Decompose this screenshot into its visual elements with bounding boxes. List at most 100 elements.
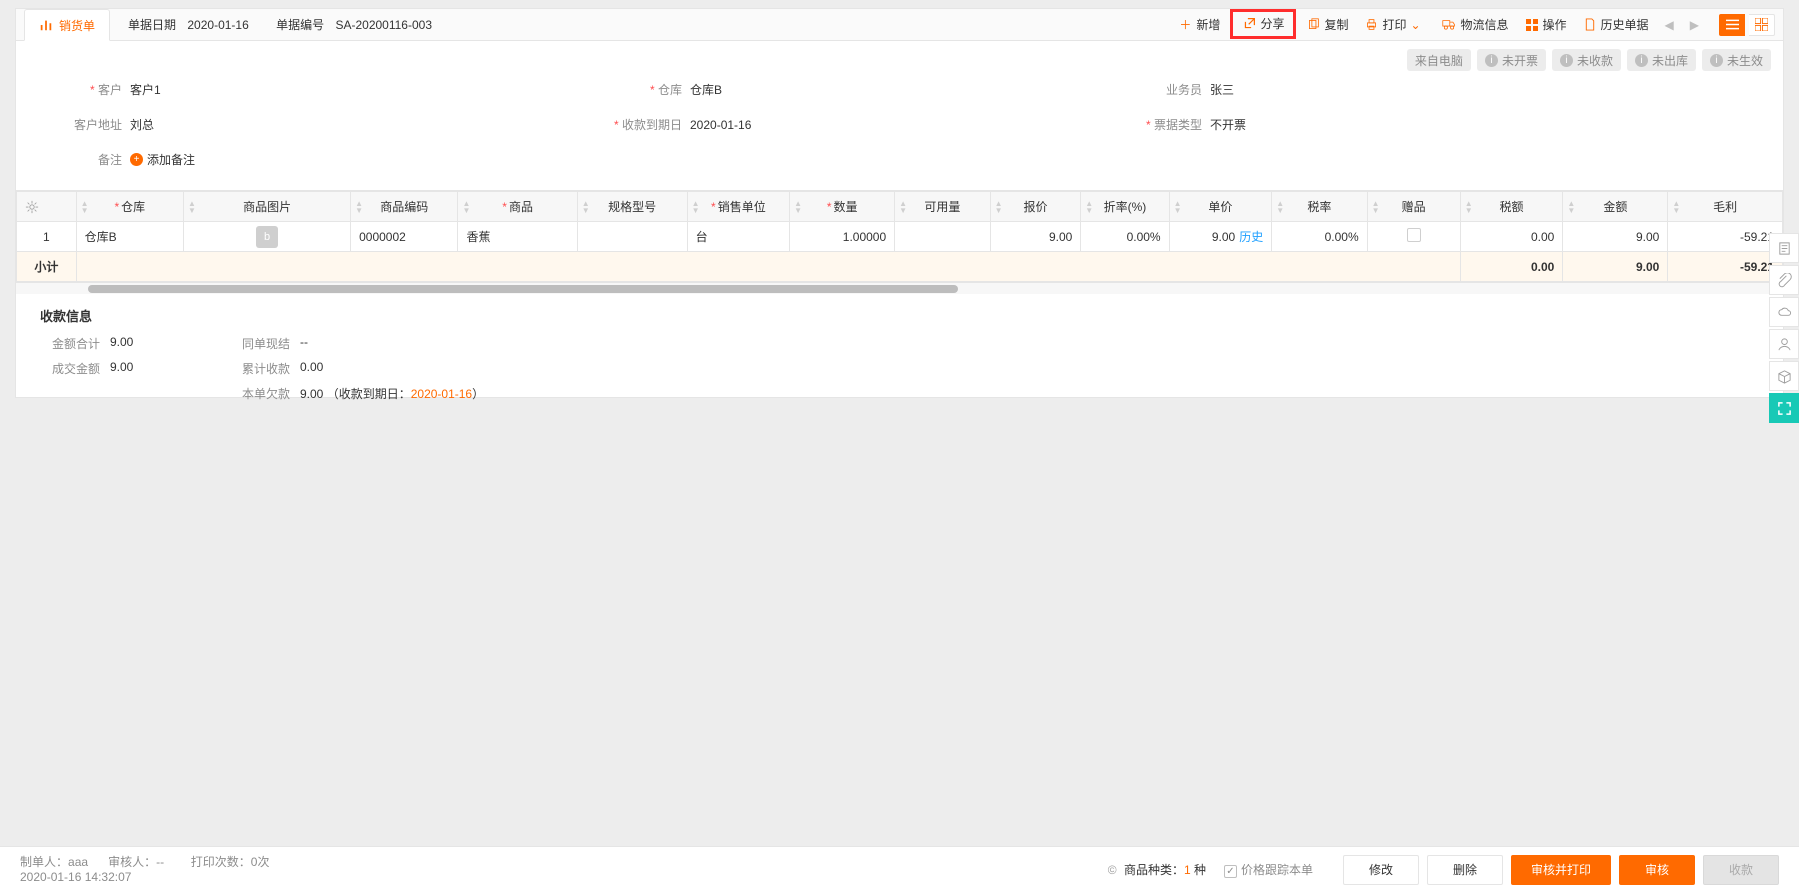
col-amount[interactable]: 金额 (1563, 192, 1668, 222)
cell-qty[interactable]: 1.00000 (790, 222, 895, 252)
rail-box-icon[interactable] (1769, 361, 1799, 391)
info-icon: i (1710, 54, 1723, 67)
print-button[interactable]: 打印⌄ (1358, 13, 1432, 37)
copy-button[interactable]: 复制 (1300, 13, 1354, 37)
owe-label: 本单欠款 (230, 385, 290, 402)
info-icon: i (1485, 54, 1498, 67)
scrollbar-thumb[interactable] (88, 285, 958, 293)
cell-code[interactable]: 0000002 (351, 222, 458, 252)
gift-checkbox[interactable] (1407, 228, 1421, 242)
warehouse-value[interactable]: 仓库B (690, 81, 722, 98)
plus-icon: ＋ (1178, 18, 1192, 32)
gear-icon (25, 200, 39, 214)
customer-label: 客户 (40, 81, 122, 98)
remark-label: 备注 (40, 151, 122, 168)
prev-doc[interactable]: ◀ (1659, 18, 1680, 32)
doc-date-label: 单据日期 (128, 18, 176, 32)
col-gift[interactable]: 赠品 (1367, 192, 1460, 222)
cell-tax-rate[interactable]: 0.00% (1272, 222, 1367, 252)
new-button[interactable]: ＋ 新增 (1172, 13, 1226, 37)
rail-note-icon[interactable] (1769, 233, 1799, 263)
view-list-button[interactable] (1719, 14, 1745, 36)
share-button[interactable]: 分享 (1236, 12, 1290, 36)
tab-sales-order[interactable]: 销货单 (24, 9, 110, 41)
col-code[interactable]: 商品编码 (351, 192, 458, 222)
horizontal-scrollbar[interactable] (16, 282, 1783, 294)
logistics-button[interactable]: 物流信息 (1436, 13, 1514, 37)
price-follow[interactable]: ✓价格跟踪本单 (1224, 861, 1313, 878)
rail-user-icon[interactable] (1769, 329, 1799, 359)
cell-discount[interactable]: 0.00% (1081, 222, 1169, 252)
col-settings[interactable] (17, 192, 77, 222)
delete-button[interactable]: 删除 (1427, 855, 1503, 885)
cum-label: 累计收款 (230, 360, 290, 377)
auditor-value: -- (156, 855, 164, 869)
ops-label: 操作 (1543, 16, 1567, 33)
cust-addr-value[interactable]: 刘总 (130, 116, 154, 133)
payment-section: 收款信息 金额合计9.00 同单现结-- 成交金额9.00 累计收款0.00 本… (16, 294, 1783, 422)
bar-chart-icon (39, 18, 53, 32)
cell-image[interactable]: b (184, 222, 351, 252)
cell-spec[interactable] (577, 222, 687, 252)
col-discount[interactable]: 折率(%) (1081, 192, 1169, 222)
cell-quote[interactable]: 9.00 (990, 222, 1081, 252)
history-button[interactable]: 历史单据 (1577, 13, 1655, 37)
col-image[interactable]: 商品图片 (184, 192, 351, 222)
footer-bar: 制单人：aaa 审核人：-- 打印次数：0次 2020-01-16 14:32:… (0, 846, 1799, 892)
logistics-label: 物流信息 (1460, 16, 1508, 33)
price-history-link[interactable]: 历史 (1239, 230, 1263, 244)
col-spec[interactable]: 规格型号 (577, 192, 687, 222)
checkbox-icon[interactable]: ✓ (1224, 865, 1237, 878)
add-remark-button[interactable]: +添加备注 (130, 151, 195, 168)
col-unit[interactable]: *销售单位 (687, 192, 790, 222)
edit-button[interactable]: 修改 (1343, 855, 1419, 885)
cell-avail (895, 222, 990, 252)
customer-value[interactable]: 客户1 (130, 81, 161, 98)
audit-button[interactable]: 审核 (1619, 855, 1695, 885)
badge-source: 来自电脑 (1407, 49, 1471, 71)
view-card-button[interactable] (1749, 14, 1775, 36)
cell-warehouse[interactable]: 仓库B (76, 222, 183, 252)
col-profit[interactable]: 毛利 (1668, 192, 1783, 222)
col-quote[interactable]: 报价 (990, 192, 1081, 222)
col-tax-amt[interactable]: 税额 (1460, 192, 1563, 222)
salesman-value[interactable]: 张三 (1210, 81, 1234, 98)
printer-icon (1364, 18, 1378, 32)
badge-not-effective: i未生效 (1702, 49, 1771, 71)
cell-price[interactable]: 9.00历史 (1169, 222, 1272, 252)
total-value: 9.00 (110, 335, 133, 352)
print-label: 打印 (1382, 16, 1406, 33)
table-row[interactable]: 1 仓库B b 0000002 香蕉 台 1.00000 9.00 0.00% … (17, 222, 1783, 252)
badge-no-out: i未出库 (1627, 49, 1696, 71)
info-icon: i (1560, 54, 1573, 67)
rail-cloud-icon[interactable] (1769, 297, 1799, 327)
total-label: 金额合计 (40, 335, 100, 352)
rail-attach-icon[interactable] (1769, 265, 1799, 295)
share-icon (1242, 17, 1256, 31)
ops-button[interactable]: 操作 (1519, 13, 1573, 37)
next-doc[interactable]: ▶ (1684, 18, 1705, 32)
col-price[interactable]: 单价 (1169, 192, 1272, 222)
rail-expand-icon[interactable] (1769, 393, 1799, 423)
image-placeholder-icon: b (256, 226, 278, 248)
col-tax-rate[interactable]: 税率 (1272, 192, 1367, 222)
collect-button: 收款 (1703, 855, 1779, 885)
cell-unit[interactable]: 台 (687, 222, 790, 252)
col-product[interactable]: *商品 (458, 192, 577, 222)
col-avail[interactable]: 可用量 (895, 192, 990, 222)
invoice-type-value[interactable]: 不开票 (1210, 116, 1246, 133)
col-warehouse[interactable]: *仓库 (76, 192, 183, 222)
settle-value: -- (300, 335, 308, 352)
tab-title: 销货单 (59, 17, 95, 34)
cell-gift[interactable] (1367, 222, 1460, 252)
due-value[interactable]: 2020-01-16 (690, 118, 751, 132)
settle-label: 同单现结 (230, 335, 290, 352)
audit-print-button[interactable]: 审核并打印 (1511, 855, 1611, 885)
new-label: 新增 (1196, 16, 1220, 33)
warehouse-label: 仓库 (600, 81, 682, 98)
cell-product[interactable]: 香蕉 (458, 222, 577, 252)
toolbar: ＋ 新增 分享 复制 打印⌄ 物流信息 操作 历史单据 ◀ ▶ (1172, 10, 1775, 40)
cell-tax-amt: 0.00 (1460, 222, 1563, 252)
badge-no-receipt: i未收款 (1552, 49, 1621, 71)
col-qty[interactable]: *数量 (790, 192, 895, 222)
